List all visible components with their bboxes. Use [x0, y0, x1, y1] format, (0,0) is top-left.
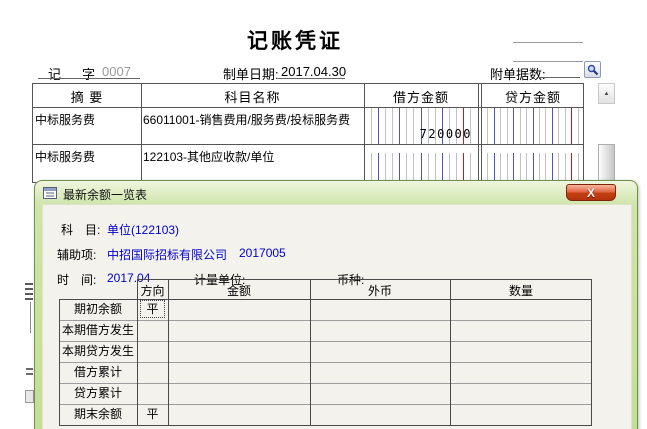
row-label-debit-total: 借方累计	[73, 365, 122, 379]
scrollbar-thumb[interactable]	[598, 144, 615, 183]
aux-value: 中招国际招标有限公司	[107, 248, 228, 262]
blank-line-2	[513, 61, 583, 62]
column-header-account: 科目名称	[224, 90, 281, 105]
blank-line-1	[513, 42, 583, 43]
row-label-closing-balance: 期末余额	[73, 407, 122, 421]
row2-account-cell[interactable]: 122103-其他应收款/单位	[143, 148, 364, 165]
voucher-word-prefix: 记	[48, 67, 62, 82]
header-direction: 方向	[140, 284, 165, 298]
attachments-input[interactable]	[538, 77, 580, 78]
search-button[interactable]	[584, 61, 601, 78]
voucher-number[interactable]: 0007	[102, 64, 131, 79]
background-fragment	[26, 368, 33, 378]
voucher-word-underline	[38, 78, 140, 79]
row-label-opening-balance: 期初余额	[73, 302, 122, 316]
column-header-credit: 贷方金额	[504, 90, 561, 105]
close-button[interactable]: X	[566, 184, 616, 201]
date-underline	[278, 78, 345, 79]
dialog-content: 科 目: 单位(122103) 辅助项: 中招国际招标有限公司 2017005 …	[42, 204, 632, 429]
dialog-titlebar[interactable]: 最新余额一览表 X	[35, 181, 637, 204]
scroll-up-button[interactable]: ▲	[598, 83, 615, 104]
row2-debit-grid[interactable]	[365, 153, 477, 182]
column-header-summary: 摘 要	[70, 90, 104, 105]
scroll-up-icon: ▲	[603, 90, 610, 97]
voucher-table: 摘 要 科目名称 借方金额 贷方金额 中标服务费 66011001-销售费用/服…	[32, 83, 584, 183]
close-icon: X	[586, 185, 595, 200]
voucher-word-suffix: 字	[82, 67, 96, 82]
search-icon	[587, 64, 598, 75]
background-fragment	[25, 390, 34, 403]
date-label: 制单日期:	[223, 67, 279, 82]
background-fragment	[30, 302, 31, 333]
column-header-debit: 借方金额	[392, 90, 449, 105]
page-title: 记账凭证	[247, 30, 343, 53]
direction-cell-opening[interactable]: 平	[137, 299, 168, 320]
subject-label: 科 目:	[61, 223, 101, 237]
row1-credit-grid[interactable]	[482, 108, 583, 144]
row1-account-cell[interactable]: 66011001-销售费用/服务费/投标服务费	[143, 111, 364, 128]
dialog-icon	[43, 187, 57, 199]
row1-debit-amount[interactable]: 720000	[420, 127, 472, 141]
aux-label: 辅助项:	[57, 248, 97, 262]
row-label-period-credit: 本期贷方发生	[61, 344, 134, 358]
direction-cell-closing[interactable]: 平	[137, 404, 168, 425]
app-window: 记账凭证 记 字 0007 制单日期: 2017.04.30 附单据数: 摘 要…	[0, 0, 647, 429]
focused-cell: 平	[140, 300, 165, 318]
header-foreign: 外币	[367, 284, 392, 298]
balance-dialog: 最新余额一览表 X 科 目: 单位(122103) 辅助项: 中招国际招标有限公…	[34, 180, 638, 429]
row2-credit-grid[interactable]	[482, 153, 583, 182]
balance-table: 方向 金额 外币 数量 期初余额 本期借方发生 本期贷方发生 借方累计 贷方累计…	[59, 279, 592, 426]
background-fragment	[25, 283, 33, 302]
dialog-title: 最新余额一览表	[63, 188, 148, 202]
subject-value: 单位(122103)	[107, 223, 180, 237]
row-label-period-debit: 本期借方发生	[61, 323, 134, 337]
header-quantity: 数量	[508, 284, 533, 298]
header-amount: 金额	[226, 284, 251, 298]
aux-code: 2017005	[239, 246, 286, 260]
row1-summary-cell[interactable]: 中标服务费	[35, 111, 139, 128]
attachments-label: 附单据数:	[490, 67, 546, 82]
row-label-credit-total: 贷方累计	[73, 386, 122, 400]
row2-summary-cell[interactable]: 中标服务费	[35, 148, 139, 165]
date-value[interactable]: 2017.04.30	[281, 64, 346, 79]
